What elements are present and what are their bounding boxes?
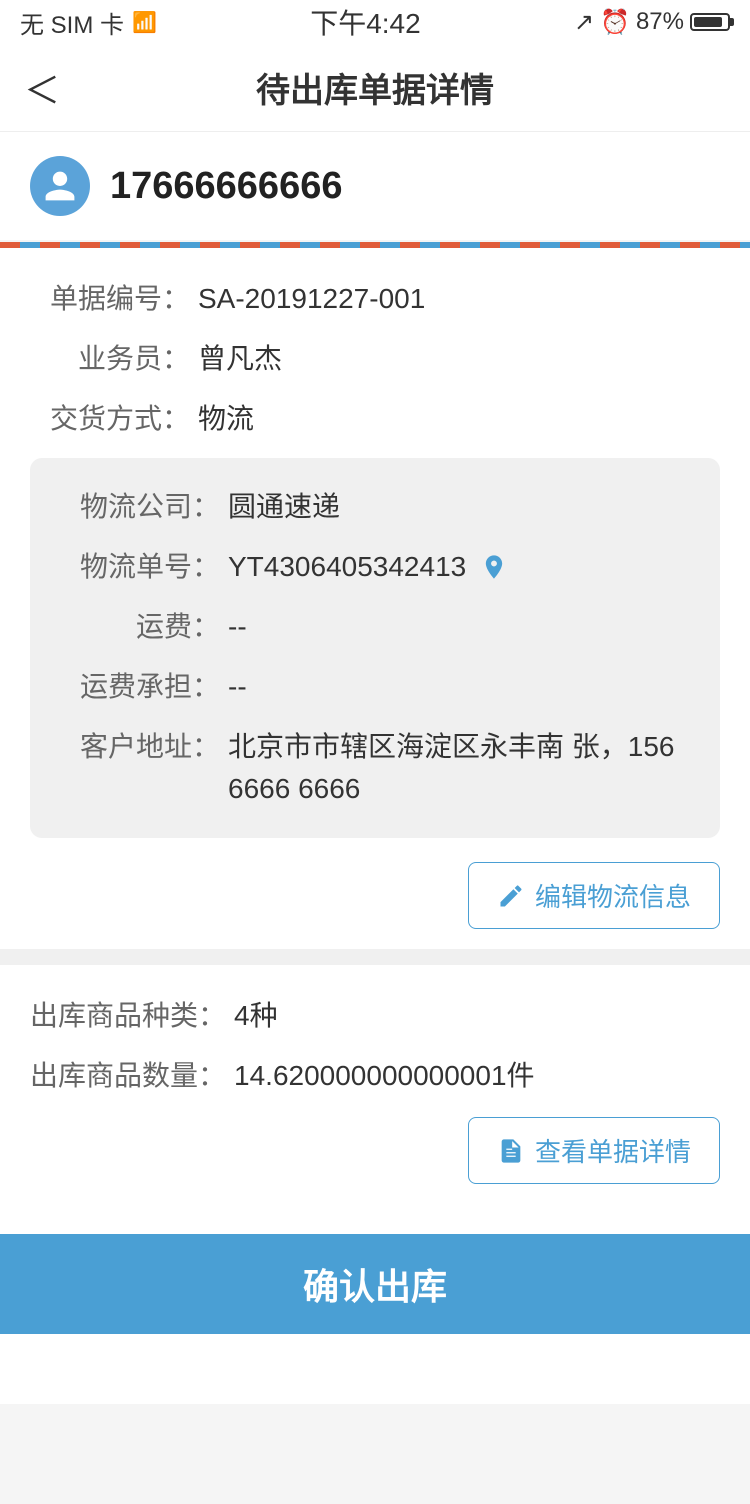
- goods-type-label: 出库商品种类：: [30, 995, 226, 1037]
- document-icon: [497, 1137, 525, 1165]
- confirm-label: 确认出库: [303, 1258, 447, 1310]
- logistics-card: 物流公司： 圆通速递 物流单号： YT4306405342413 运费： --: [30, 458, 720, 838]
- clock-icon: ⏰: [600, 8, 630, 37]
- delivery-method-label: 交货方式：: [30, 398, 190, 440]
- freight-bearer-value: --: [228, 666, 690, 708]
- logistics-company-label: 物流公司：: [60, 486, 220, 528]
- person-icon: [42, 168, 78, 204]
- edit-logistics-wrapper: 编辑物流信息: [30, 862, 720, 929]
- logistics-tracking-row: 物流单号： YT4306405342413: [60, 546, 690, 588]
- freight-label: 运费：: [60, 606, 220, 648]
- view-detail-label: 查看单据详情: [535, 1132, 691, 1169]
- time-label: 下午4:42: [310, 2, 421, 42]
- location-pin-icon: [478, 551, 510, 583]
- battery-icon: [690, 13, 730, 31]
- goods-type-row: 出库商品种类： 4种: [30, 995, 720, 1037]
- goods-quantity-value: 14.620000000000001件: [234, 1055, 720, 1097]
- address-value: 北京市市辖区海淀区永丰南 张，156 6666 6666: [228, 726, 690, 810]
- back-button[interactable]: ＜: [24, 62, 60, 114]
- confirm-button[interactable]: 确认出库: [0, 1234, 750, 1334]
- edit-icon: [497, 882, 525, 910]
- edit-logistics-button[interactable]: 编辑物流信息: [468, 862, 720, 929]
- status-left: 无 SIM 卡 📶: [20, 5, 157, 40]
- logistics-company-value: 圆通速递: [228, 486, 690, 528]
- status-right: ↗ ⏰ 87%: [574, 8, 730, 37]
- nav-bar: ＜ 待出库单据详情: [0, 44, 750, 132]
- sales-person-value: 曾凡杰: [198, 338, 720, 380]
- section-divider-1: [0, 949, 750, 965]
- customer-header: 17666666666: [0, 132, 750, 240]
- freight-bearer-row: 运费承担： --: [60, 666, 690, 708]
- address-label: 客户地址：: [60, 726, 220, 768]
- logistics-tracking-value: YT4306405342413: [228, 546, 690, 588]
- sales-person-label: 业务员：: [30, 338, 190, 380]
- logistics-company-row: 物流公司： 圆通速递: [60, 486, 690, 528]
- location-arrow-icon: ↗: [574, 8, 594, 37]
- basic-info-section: 单据编号： SA-20191227-001 业务员： 曾凡杰 交货方式： 物流 …: [0, 248, 750, 949]
- goods-type-value: 4种: [234, 995, 720, 1037]
- order-number-value: SA-20191227-001: [198, 278, 720, 320]
- status-bar: 无 SIM 卡 📶 下午4:42 ↗ ⏰ 87%: [0, 0, 750, 44]
- view-detail-button[interactable]: 查看单据详情: [468, 1117, 720, 1184]
- freight-bearer-label: 运费承担：: [60, 666, 220, 708]
- goods-quantity-row: 出库商品数量： 14.620000000000001件: [30, 1055, 720, 1097]
- goods-quantity-label: 出库商品数量：: [30, 1055, 226, 1097]
- view-detail-wrapper: 查看单据详情: [30, 1117, 720, 1184]
- delivery-method-row: 交货方式： 物流: [30, 398, 720, 440]
- delivery-method-value: 物流: [198, 398, 720, 440]
- battery-fill: [694, 17, 722, 27]
- sales-person-row: 业务员： 曾凡杰: [30, 338, 720, 380]
- carrier-label: 无 SIM 卡: [20, 5, 124, 40]
- freight-row: 运费： --: [60, 606, 690, 648]
- tracking-number: YT4306405342413: [228, 546, 466, 588]
- battery-percent: 87%: [636, 8, 684, 36]
- address-row: 客户地址： 北京市市辖区海淀区永丰南 张，156 6666 6666: [60, 726, 690, 810]
- wifi-icon: 📶: [132, 10, 157, 35]
- goods-section: 出库商品种类： 4种 出库商品数量： 14.620000000000001件 查…: [0, 965, 750, 1204]
- avatar: [30, 156, 90, 216]
- page-title: 待出库单据详情: [256, 63, 494, 112]
- order-number-row: 单据编号： SA-20191227-001: [30, 278, 720, 320]
- edit-logistics-label: 编辑物流信息: [535, 877, 691, 914]
- customer-phone: 17666666666: [110, 165, 342, 208]
- logistics-tracking-label: 物流单号：: [60, 546, 220, 588]
- freight-value: --: [228, 606, 690, 648]
- order-number-label: 单据编号：: [30, 278, 190, 320]
- section-padding: [30, 929, 720, 949]
